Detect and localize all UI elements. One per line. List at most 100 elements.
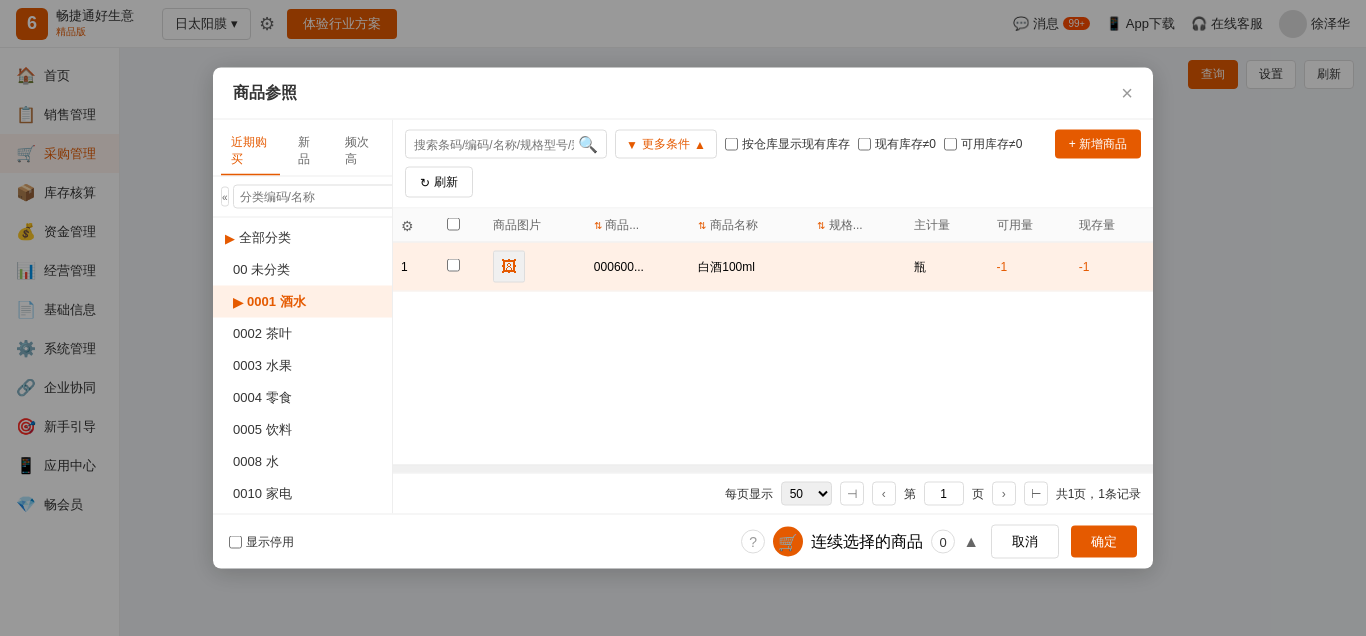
- category-item-0004[interactable]: 0004 零食: [213, 382, 392, 414]
- add-product-button[interactable]: + 新增商品: [1055, 130, 1141, 159]
- sort-icon[interactable]: ⇅: [594, 220, 602, 231]
- refresh-label: 刷新: [434, 174, 458, 191]
- selected-count-badge: 0: [931, 530, 955, 554]
- filter-button[interactable]: ▼ 更多条件 ▲: [615, 130, 717, 159]
- sort-icon[interactable]: ⇅: [698, 220, 706, 231]
- warehouse-checkbox-label[interactable]: 按仓库显示现有库存: [725, 136, 850, 153]
- available-ne0-checkbox[interactable]: [944, 138, 957, 151]
- table-row[interactable]: 1 🖼 000600... 白酒100ml: [393, 242, 1153, 291]
- table-settings-icon[interactable]: ⚙: [401, 217, 414, 233]
- category-item-0005[interactable]: 0005 饮料: [213, 414, 392, 446]
- tab-new-product[interactable]: 新品: [288, 128, 327, 176]
- category-label: 0005 饮料: [233, 421, 292, 439]
- refresh-product-button[interactable]: ↻ 刷新: [405, 167, 473, 198]
- stock-ne0-checkbox[interactable]: [858, 138, 871, 151]
- current-page-input[interactable]: [924, 482, 964, 506]
- tab-high-frequency[interactable]: 频次高: [335, 128, 384, 176]
- select-all-checkbox[interactable]: [447, 217, 460, 230]
- modal-footer: 显示停用 ? 🛒 连续选择的商品 0 ▲ 取消 确定: [213, 514, 1153, 569]
- chevron-up-icon: ▲: [694, 137, 706, 151]
- modal-body: 近期购买 新品 频次高 « 🔍 ▶ 全部分类 00 未分类 ▶ 000: [213, 120, 1153, 514]
- category-label: 0008 水: [233, 453, 279, 471]
- cart-icon: 🛒: [778, 532, 798, 551]
- page-suffix: 页: [972, 485, 984, 502]
- cell-name: 白酒100ml: [690, 242, 809, 291]
- next-page-button[interactable]: ›: [992, 482, 1016, 506]
- category-item-0001[interactable]: ▶ 0001 酒水: [213, 286, 392, 318]
- display-disabled-checkbox-label[interactable]: 显示停用: [229, 533, 294, 550]
- filter-label: 更多条件: [642, 136, 690, 153]
- th-image: 商品图片: [485, 209, 586, 243]
- page-size-select[interactable]: 2050100: [781, 482, 832, 506]
- th-stock: 现存量: [1071, 209, 1153, 243]
- footer-cart-area: ? 🛒 连续选择的商品 0 ▲: [741, 527, 979, 557]
- product-toolbar: 🔍 ▼ 更多条件 ▲ 按仓库显示现有库存 现有库存≠0 可用库存≠0: [393, 120, 1153, 209]
- category-item-0008[interactable]: 0008 水: [213, 446, 392, 478]
- sort-icon[interactable]: ⇅: [817, 220, 825, 231]
- pagination: 每页显示 2050100 ⊣ ‹ 第 页 › ⊢ 共1页，1条记录: [393, 473, 1153, 514]
- filter-icon: ▼: [626, 137, 638, 151]
- th-spec: ⇅ 规格...: [809, 209, 906, 243]
- th-unit: 主计量: [906, 209, 988, 243]
- confirm-button[interactable]: 确定: [1071, 526, 1137, 558]
- category-item-00[interactable]: 00 未分类: [213, 254, 392, 286]
- th-available: 可用量: [989, 209, 1071, 243]
- stock-ne0-text: 现有库存≠0: [875, 136, 936, 153]
- category-label: 全部分类: [239, 229, 291, 247]
- modal-header: 商品参照 ×: [213, 68, 1153, 120]
- category-item-all[interactable]: ▶ 全部分类: [213, 222, 392, 254]
- stock-ne0-checkbox-label[interactable]: 现有库存≠0: [858, 136, 936, 153]
- selected-count: 0: [940, 534, 947, 549]
- category-label: 0001 酒水: [247, 293, 306, 311]
- category-item-0003[interactable]: 0003 水果: [213, 350, 392, 382]
- expand-icon: ▶: [233, 294, 243, 309]
- category-label: 0010 家电: [233, 485, 292, 503]
- category-list: ▶ 全部分类 00 未分类 ▶ 0001 酒水 0002 茶叶 0003 水果: [213, 218, 392, 514]
- th-name: ⇅ 商品名称: [690, 209, 809, 243]
- tab-recent-purchase[interactable]: 近期购买: [221, 128, 280, 176]
- refresh-icon: ↻: [420, 175, 430, 189]
- prev-page-button[interactable]: ‹: [872, 482, 896, 506]
- product-panel: 🔍 ▼ 更多条件 ▲ 按仓库显示现有库存 现有库存≠0 可用库存≠0: [393, 120, 1153, 514]
- display-disabled-label: 显示停用: [246, 533, 294, 550]
- page-label: 第: [904, 485, 916, 502]
- cell-index: 1: [393, 242, 439, 291]
- product-image: 🖼: [493, 251, 525, 283]
- help-icon[interactable]: ?: [741, 530, 765, 554]
- category-item-0002[interactable]: 0002 茶叶: [213, 318, 392, 350]
- row-checkbox[interactable]: [447, 259, 460, 272]
- selected-products-label: 连续选择的商品: [811, 531, 923, 552]
- modal-close-button[interactable]: ×: [1121, 82, 1133, 105]
- warehouse-checkbox[interactable]: [725, 138, 738, 151]
- search-icon[interactable]: 🔍: [578, 135, 598, 154]
- cell-stock: -1: [1071, 242, 1153, 291]
- category-label: 0004 零食: [233, 389, 292, 407]
- page-size-label: 每页显示: [725, 485, 773, 502]
- first-page-button[interactable]: ⊣: [840, 482, 864, 506]
- th-settings: ⚙: [393, 209, 439, 243]
- expand-icon: ▶: [225, 230, 235, 245]
- collapse-button[interactable]: «: [221, 187, 229, 207]
- footer-collapse-icon[interactable]: ▲: [963, 533, 979, 551]
- category-label: 00 未分类: [233, 261, 290, 279]
- cell-checkbox: [439, 242, 485, 291]
- category-search-input[interactable]: [233, 185, 393, 209]
- total-label: 共1页，1条记录: [1056, 485, 1141, 502]
- product-search-input[interactable]: [414, 137, 574, 151]
- category-label: 0002 茶叶: [233, 325, 292, 343]
- cell-unit: 瓶: [906, 242, 988, 291]
- available-ne0-checkbox-label[interactable]: 可用库存≠0: [944, 136, 1022, 153]
- category-item-0010[interactable]: 0010 家电: [213, 478, 392, 510]
- th-code: ⇅ 商品...: [586, 209, 690, 243]
- display-disabled-checkbox[interactable]: [229, 535, 242, 548]
- warehouse-checkbox-text: 按仓库显示现有库存: [742, 136, 850, 153]
- last-page-button[interactable]: ⊢: [1024, 482, 1048, 506]
- cancel-button[interactable]: 取消: [991, 525, 1059, 559]
- horizontal-scrollbar[interactable]: [393, 465, 1153, 473]
- category-tabs: 近期购买 新品 频次高: [213, 120, 392, 177]
- category-search-row: « 🔍: [213, 177, 392, 218]
- products-table: ⚙ 商品图片 ⇅ 商品... ⇅: [393, 209, 1153, 292]
- product-table: ⚙ 商品图片 ⇅ 商品... ⇅: [393, 209, 1153, 465]
- modal-title: 商品参照: [233, 83, 297, 104]
- cart-button[interactable]: 🛒: [773, 527, 803, 557]
